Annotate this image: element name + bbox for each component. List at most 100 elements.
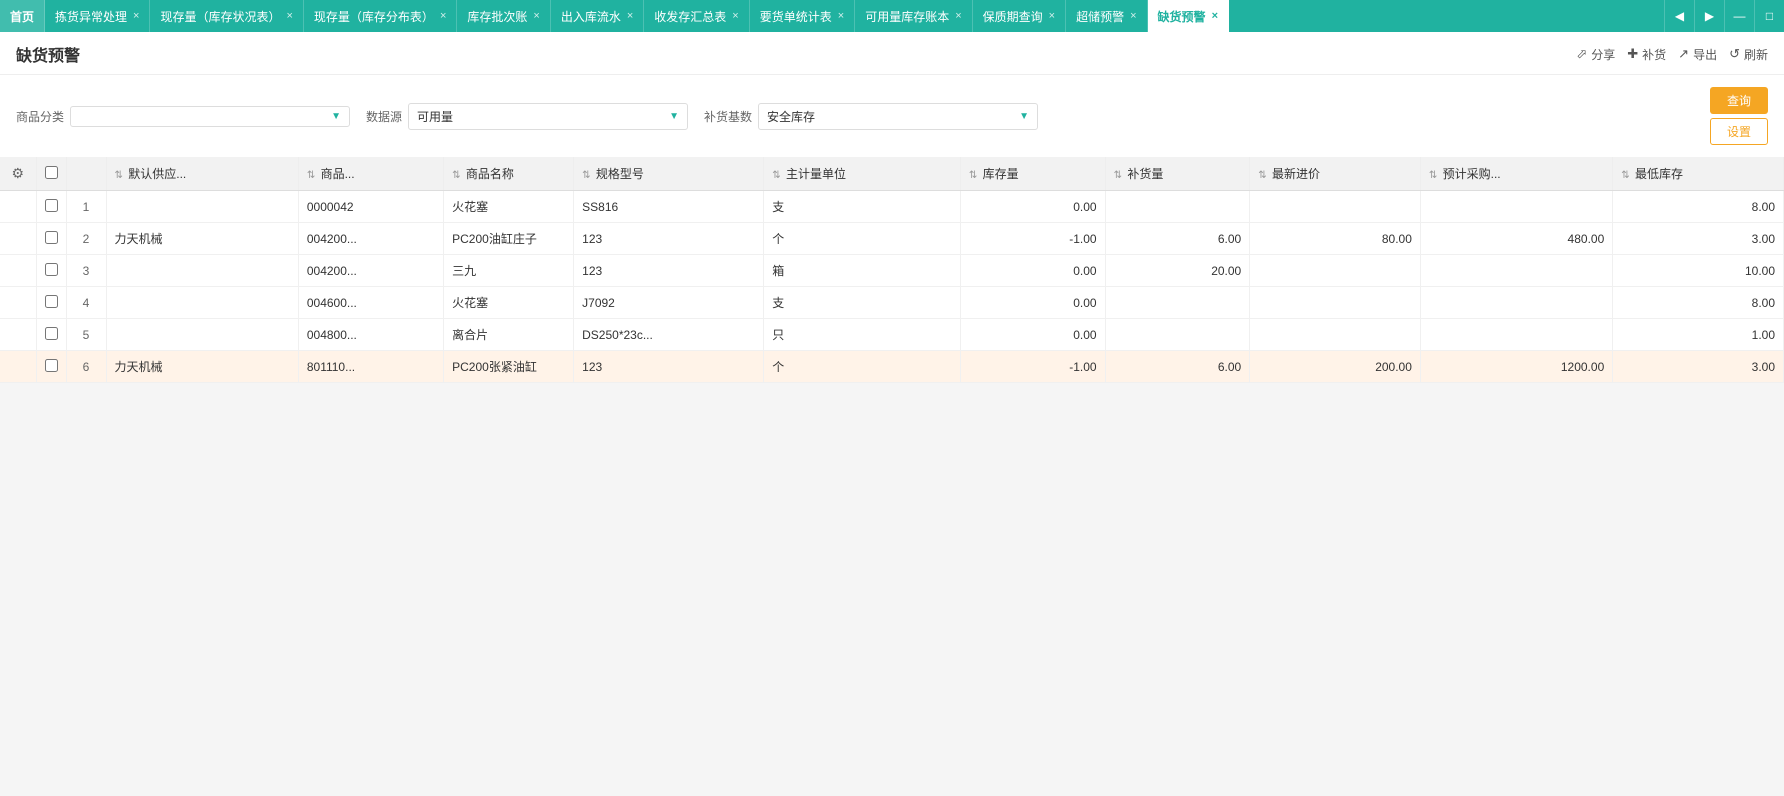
row-checkbox[interactable] bbox=[45, 263, 58, 276]
sort-unit-icon: ⇅ bbox=[772, 170, 780, 181]
tab-available-ledger[interactable]: 可用量库存账本 × bbox=[855, 0, 972, 32]
refresh-button[interactable]: ↺ 刷新 bbox=[1729, 46, 1768, 63]
row-num-cell: 5 bbox=[66, 319, 106, 351]
row-checkbox[interactable] bbox=[45, 327, 58, 340]
table-row: 6 力天机械 801110... PC200张紧油缸 123 个 -1.00 6… bbox=[0, 351, 1784, 383]
tab-recv-summary[interactable]: 收发存汇总表 × bbox=[644, 0, 749, 32]
nav-maximize-button[interactable]: □ bbox=[1754, 0, 1784, 32]
tab-home[interactable]: 首页 bbox=[0, 0, 45, 32]
row-supplement-cell: 6.00 bbox=[1105, 223, 1250, 255]
sort-supplement-icon: ⇅ bbox=[1114, 170, 1122, 181]
gear-settings-icon[interactable]: ⚙ bbox=[11, 165, 24, 181]
close-eq-icon[interactable]: × bbox=[1049, 10, 1055, 22]
row-spec-cell: 123 bbox=[574, 351, 764, 383]
export-label: 导出 bbox=[1693, 46, 1717, 63]
tab-batch-account[interactable]: 库存批次账 × bbox=[457, 0, 550, 32]
tab-current-stock-dist[interactable]: 现存量（库存分布表） × bbox=[304, 0, 457, 32]
row-latest-price-cell bbox=[1250, 255, 1421, 287]
row-spec-cell: 123 bbox=[574, 223, 764, 255]
refresh-label: 刷新 bbox=[1744, 46, 1768, 63]
supplement-base-value: 安全库存 bbox=[767, 108, 815, 125]
col-header-latest-price[interactable]: ⇅ 最新进价 bbox=[1250, 157, 1421, 191]
row-stock-cell: -1.00 bbox=[960, 223, 1105, 255]
table-row: 2 力天机械 004200... PC200油缸庄子 123 个 -1.00 6… bbox=[0, 223, 1784, 255]
row-latest-price-cell bbox=[1250, 191, 1421, 223]
row-supplier-cell bbox=[106, 255, 298, 287]
row-stock-cell: 0.00 bbox=[960, 191, 1105, 223]
col-check-all[interactable] bbox=[36, 157, 66, 191]
row-check-cell[interactable] bbox=[36, 319, 66, 351]
datasource-select-value: 可用量 bbox=[417, 108, 453, 125]
close-ow-icon[interactable]: × bbox=[1130, 10, 1136, 22]
close-iof-icon[interactable]: × bbox=[627, 10, 633, 22]
col-stock-label: 库存量 bbox=[983, 167, 1019, 181]
query-button[interactable]: 查询 bbox=[1710, 87, 1768, 114]
close-os-icon[interactable]: × bbox=[838, 10, 844, 22]
sort-ms-icon: ⇅ bbox=[1621, 170, 1629, 181]
tab-overstock-warning[interactable]: 超储预警 × bbox=[1066, 0, 1147, 32]
sort-ep-icon: ⇅ bbox=[1429, 170, 1437, 181]
row-num-cell: 1 bbox=[66, 191, 106, 223]
col-header-code[interactable]: ⇅ 商品... bbox=[298, 157, 443, 191]
export-button[interactable]: ↗ 导出 bbox=[1678, 46, 1717, 63]
row-checkbox[interactable] bbox=[45, 295, 58, 308]
tab-current-stock-status[interactable]: 现存量（库存状况表） × bbox=[150, 0, 303, 32]
tab-shortage-warning[interactable]: 缺货预警 × bbox=[1148, 0, 1229, 32]
close-ba-icon[interactable]: × bbox=[533, 10, 539, 22]
col-header-unit[interactable]: ⇅ 主计量单位 bbox=[764, 157, 961, 191]
settings-button[interactable]: 设置 bbox=[1710, 118, 1768, 145]
table-row: 5 004800... 离合片 DS250*23c... 只 0.00 1.00 bbox=[0, 319, 1784, 351]
check-all-checkbox[interactable] bbox=[45, 166, 58, 179]
close-defect-icon[interactable]: × bbox=[133, 10, 139, 22]
close-csd-icon[interactable]: × bbox=[440, 10, 446, 22]
row-check-cell[interactable] bbox=[36, 223, 66, 255]
col-header-spec[interactable]: ⇅ 规格型号 bbox=[574, 157, 764, 191]
nav-minimize-button[interactable]: — bbox=[1724, 0, 1754, 32]
row-code-cell: 004200... bbox=[298, 223, 443, 255]
col-header-stock[interactable]: ⇅ 库存量 bbox=[960, 157, 1105, 191]
tab-defect-processing[interactable]: 拣货异常处理 × bbox=[45, 0, 150, 32]
row-check-cell[interactable] bbox=[36, 255, 66, 287]
row-gear-cell bbox=[0, 287, 36, 319]
col-header-name[interactable]: ⇅ 商品名称 bbox=[444, 157, 574, 191]
row-est-purchase-cell bbox=[1420, 255, 1612, 287]
refresh-icon: ↺ bbox=[1729, 46, 1740, 62]
tab-defect-label: 拣货异常处理 bbox=[55, 8, 127, 25]
sort-code-icon: ⇅ bbox=[307, 170, 315, 181]
row-spec-cell: DS250*23c... bbox=[574, 319, 764, 351]
tab-ow-label: 超储预警 bbox=[1076, 8, 1124, 25]
col-rownum bbox=[66, 157, 106, 191]
row-latest-price-cell bbox=[1250, 287, 1421, 319]
supplement-base-select[interactable]: 安全库存 ▼ bbox=[758, 103, 1038, 130]
col-header-min-stock[interactable]: ⇅ 最低库存 bbox=[1613, 157, 1784, 191]
close-css-icon[interactable]: × bbox=[286, 10, 292, 22]
close-sw-icon[interactable]: × bbox=[1212, 10, 1218, 22]
tab-order-stats[interactable]: 要货单统计表 × bbox=[750, 0, 855, 32]
category-select[interactable]: ▼ bbox=[70, 106, 350, 127]
row-check-cell[interactable] bbox=[36, 287, 66, 319]
close-al-icon[interactable]: × bbox=[955, 10, 961, 22]
nav-prev-button[interactable]: ◀ bbox=[1664, 0, 1694, 32]
datasource-select[interactable]: 可用量 ▼ bbox=[408, 103, 688, 130]
row-checkbox[interactable] bbox=[45, 359, 58, 372]
col-header-est-purchase[interactable]: ⇅ 预计采购... bbox=[1420, 157, 1612, 191]
row-check-cell[interactable] bbox=[36, 191, 66, 223]
supplement-button[interactable]: ✚ 补货 bbox=[1627, 46, 1666, 63]
row-checkbox[interactable] bbox=[45, 199, 58, 212]
tab-expiry-query[interactable]: 保质期查询 × bbox=[973, 0, 1066, 32]
row-name-cell: PC200张紧油缸 bbox=[444, 351, 574, 383]
col-supplier-label: 默认供应... bbox=[128, 167, 186, 181]
datasource-filter-group: 数据源 可用量 ▼ bbox=[366, 103, 688, 130]
row-checkbox[interactable] bbox=[45, 231, 58, 244]
tab-inout-flow[interactable]: 出入库流水 × bbox=[551, 0, 644, 32]
nav-next-button[interactable]: ▶ bbox=[1694, 0, 1724, 32]
page-header: 缺货预警 ⬀ 分享 ✚ 补货 ↗ 导出 ↺ 刷新 bbox=[0, 32, 1784, 75]
row-check-cell[interactable] bbox=[36, 351, 66, 383]
col-header-supplement[interactable]: ⇅ 补货量 bbox=[1105, 157, 1250, 191]
row-code-cell: 004200... bbox=[298, 255, 443, 287]
tab-eq-label: 保质期查询 bbox=[983, 8, 1043, 25]
share-button[interactable]: ⬀ 分享 bbox=[1576, 46, 1615, 63]
supplement-base-filter-group: 补货基数 安全库存 ▼ bbox=[704, 103, 1038, 130]
close-rs-icon[interactable]: × bbox=[732, 10, 738, 22]
col-header-supplier[interactable]: ⇅ 默认供应... bbox=[106, 157, 298, 191]
